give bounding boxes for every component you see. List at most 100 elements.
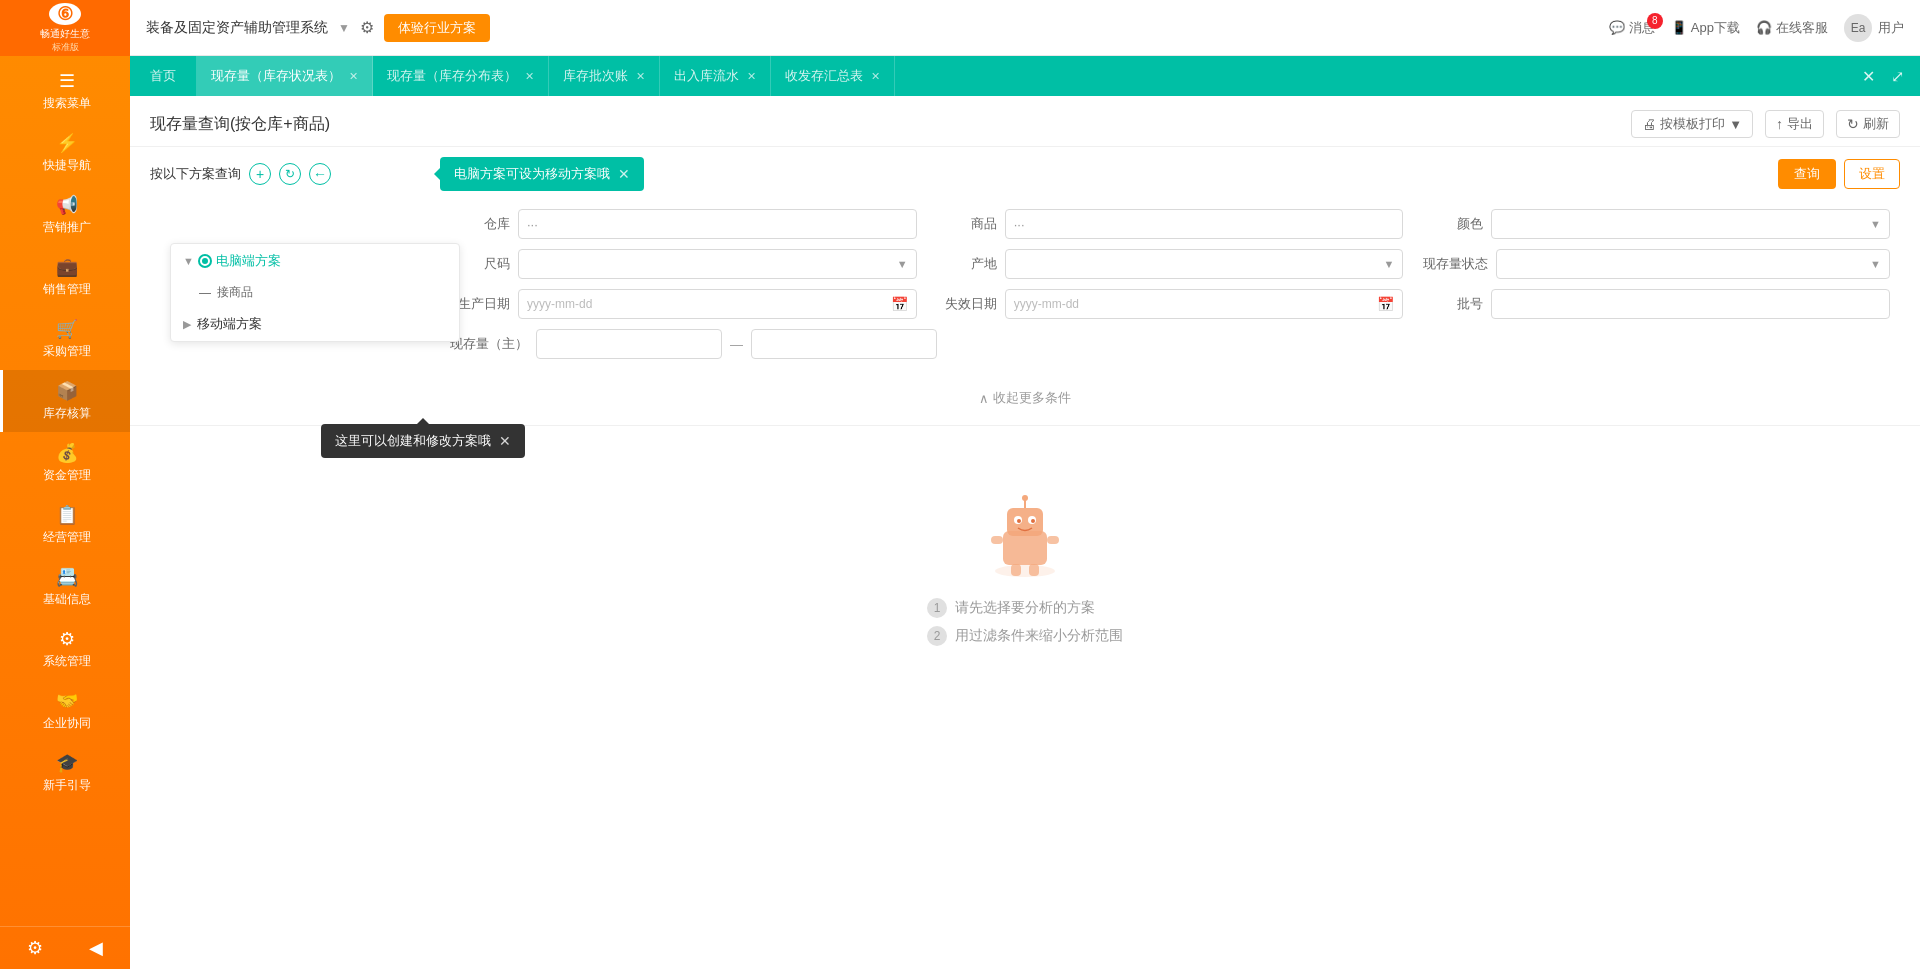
svg-rect-12: [1029, 564, 1039, 576]
tab-inout-flow[interactable]: 出入库流水 ✕: [660, 56, 771, 96]
color-select[interactable]: ▼: [1491, 209, 1890, 239]
filter-prod-date: 生产日期 yyyy-mm-dd 📅: [450, 289, 917, 319]
close-all-icon[interactable]: ✕: [1854, 67, 1883, 86]
topbar-left: 装备及固定资产辅助管理系统 ▼ ⚙ 体验行业方案: [146, 14, 490, 42]
reset-btn[interactable]: 设置: [1844, 159, 1900, 189]
sidebar-item-label: 快捷导航: [43, 157, 91, 174]
sidebar: ⑥ 畅通好生意 标准版 ☰ 搜索菜单 ⚡ 快捷导航 📢 营销推广 💼 销售管理 …: [0, 0, 130, 969]
svg-rect-1: [1003, 531, 1047, 565]
tooltip-mobile-scheme: 电脑方案可设为移动方案哦 ✕: [440, 157, 644, 191]
stock-qty-min-input[interactable]: [536, 329, 722, 359]
stock-status-label: 现存量状态: [1423, 255, 1488, 273]
filter-refresh-btn[interactable]: ↻: [279, 163, 301, 185]
filter-back-btn[interactable]: ←: [309, 163, 331, 185]
service-label: 在线客服: [1776, 19, 1828, 37]
sidebar-item-inventory[interactable]: 📦 库存核算: [0, 370, 130, 432]
tooltip2-close-icon[interactable]: ✕: [499, 433, 511, 449]
sidebar-item-operation[interactable]: 📋 经营管理: [0, 494, 130, 556]
logo-icon: ⑥: [49, 3, 81, 25]
batch-label: 批号: [1423, 295, 1483, 313]
tab-inventory-status-label: 现存量（库存状况表）: [211, 67, 341, 85]
exp-date-input[interactable]: yyyy-mm-dd 📅: [1005, 289, 1404, 319]
settings-btn[interactable]: ⚙: [27, 937, 43, 959]
notice-icon: 💬: [1609, 20, 1625, 35]
tab-inout-flow-close-icon[interactable]: ✕: [747, 70, 756, 83]
tab-inventory-status[interactable]: 现存量（库存状况表） ✕: [197, 56, 373, 96]
user-menu[interactable]: Ea 用户: [1844, 14, 1904, 42]
maximize-icon[interactable]: ⤢: [1883, 67, 1912, 86]
sidebar-item-system[interactable]: ⚙ 系统管理: [0, 618, 130, 680]
tip-label-1: 请先选择要分析的方案: [955, 599, 1095, 617]
filter-color: 颜色 ▼: [1423, 209, 1890, 239]
prod-date-input[interactable]: yyyy-mm-dd 📅: [518, 289, 917, 319]
sidebar-item-enterprise[interactable]: 🤝 企业协同: [0, 680, 130, 742]
app-download-btn[interactable]: 📱 App下载: [1671, 19, 1740, 37]
tab-inventory-batch[interactable]: 库存批次账 ✕: [549, 56, 660, 96]
stock-qty-max-input[interactable]: [751, 329, 937, 359]
product-select[interactable]: ···: [1005, 209, 1404, 239]
filter-top-row: 按以下方案查询 + ↻ ← 电脑方案可设为移动方案哦 ✕ 查询 设置: [150, 159, 1900, 189]
empty-state: 1 请先选择要分析的方案 2 用过滤条件来缩小分析范围: [130, 426, 1920, 706]
filter-stock-status: 现存量状态 ▼: [1423, 249, 1890, 279]
sidebar-item-quick-nav[interactable]: ⚡ 快捷导航: [0, 122, 130, 184]
stock-status-select[interactable]: ▼: [1496, 249, 1890, 279]
sidebar-item-purchase[interactable]: 🛒 采购管理: [0, 308, 130, 370]
tab-home[interactable]: 首页: [130, 56, 197, 96]
exp-date-calendar-icon[interactable]: 📅: [1377, 296, 1394, 312]
tab-inventory-dist[interactable]: 现存量（库存分布表） ✕: [373, 56, 549, 96]
operation-icon: 📋: [56, 504, 78, 526]
topbar-settings-icon[interactable]: ⚙: [360, 18, 374, 37]
scheme-tree: ▼ 电脑端方案 — 接商品 ▶ 移动端方案 这里可以: [170, 243, 460, 342]
prod-date-calendar-icon[interactable]: 📅: [891, 296, 908, 312]
collapse-more-btn[interactable]: ∧ 收起更多条件: [150, 383, 1900, 413]
tab-inventory-batch-close-icon[interactable]: ✕: [636, 70, 645, 83]
batch-input[interactable]: [1491, 289, 1890, 319]
tab-inventory-dist-close-icon[interactable]: ✕: [525, 70, 534, 83]
user-label: 用户: [1878, 19, 1904, 37]
tip-label-2: 用过滤条件来缩小分析范围: [955, 627, 1123, 645]
tab-inout-summary[interactable]: 收发存汇总表 ✕: [771, 56, 895, 96]
refresh-btn[interactable]: ↻ 刷新: [1836, 110, 1900, 138]
system-name: 装备及固定资产辅助管理系统: [146, 19, 328, 37]
filter-warehouse: 仓库 ···: [450, 209, 917, 239]
online-service-btn[interactable]: 🎧 在线客服: [1756, 19, 1828, 37]
filter-row-4: 现存量（主） —: [450, 329, 1890, 359]
tip-num-1: 1: [927, 598, 947, 618]
sub-item-dash: —: [199, 286, 211, 300]
filter-row-2: 尺码 ▼ 产地 ▼: [450, 249, 1890, 279]
scheme-tree-mobile[interactable]: ▶ 移动端方案: [171, 307, 459, 341]
filter-add-btn[interactable]: +: [249, 163, 271, 185]
stock-qty-sep: —: [730, 337, 743, 352]
sidebar-item-guide[interactable]: 🎓 新手引导: [0, 742, 130, 804]
main-area: 装备及固定资产辅助管理系统 ▼ ⚙ 体验行业方案 💬 消息 8 📱 App下载 …: [130, 0, 1920, 969]
origin-select[interactable]: ▼: [1005, 249, 1404, 279]
topbar: 装备及固定资产辅助管理系统 ▼ ⚙ 体验行业方案 💬 消息 8 📱 App下载 …: [130, 0, 1920, 56]
filter-stock-qty: 现存量（主） —: [450, 329, 937, 359]
warehouse-select[interactable]: ···: [518, 209, 917, 239]
sidebar-item-finance[interactable]: 💰 资金管理: [0, 432, 130, 494]
filter-exp-date: 失效日期 yyyy-mm-dd 📅: [937, 289, 1404, 319]
tab-inventory-status-close-icon[interactable]: ✕: [349, 70, 358, 83]
stock-status-arrow-icon: ▼: [1870, 258, 1881, 270]
sidebar-item-marketing[interactable]: 📢 营销推广: [0, 184, 130, 246]
origin-label: 产地: [937, 255, 997, 273]
print-template-btn[interactable]: 🖨 按模板打印 ▼: [1631, 110, 1753, 138]
scheme-sub-item-product[interactable]: — 接商品: [171, 278, 459, 307]
sidebar-item-sales[interactable]: 💼 销售管理: [0, 246, 130, 308]
tooltip-close-icon[interactable]: ✕: [618, 166, 630, 182]
sidebar-item-search-menu[interactable]: ☰ 搜索菜单: [0, 60, 130, 122]
notice-btn[interactable]: 💬 消息 8: [1609, 19, 1655, 37]
scheme-tree-pc[interactable]: ▼ 电脑端方案: [171, 244, 459, 278]
size-select[interactable]: ▼: [518, 249, 917, 279]
sidebar-item-basic[interactable]: 📇 基础信息: [0, 556, 130, 618]
tab-inout-summary-close-icon[interactable]: ✕: [871, 70, 880, 83]
exp-date-placeholder: yyyy-mm-dd: [1014, 297, 1079, 311]
export-btn[interactable]: ↑ 导出: [1765, 110, 1824, 138]
pc-expand-icon: ▼: [183, 255, 194, 267]
search-btn[interactable]: 查询: [1778, 159, 1836, 189]
tabbar-actions: ✕ ⤢: [1854, 67, 1920, 86]
collapse-btn[interactable]: ◀: [89, 937, 103, 959]
sidebar-logo: ⑥ 畅通好生意 标准版: [0, 0, 130, 56]
industry-btn[interactable]: 体验行业方案: [384, 14, 490, 42]
empty-tip-1: 1 请先选择要分析的方案: [927, 598, 1123, 618]
